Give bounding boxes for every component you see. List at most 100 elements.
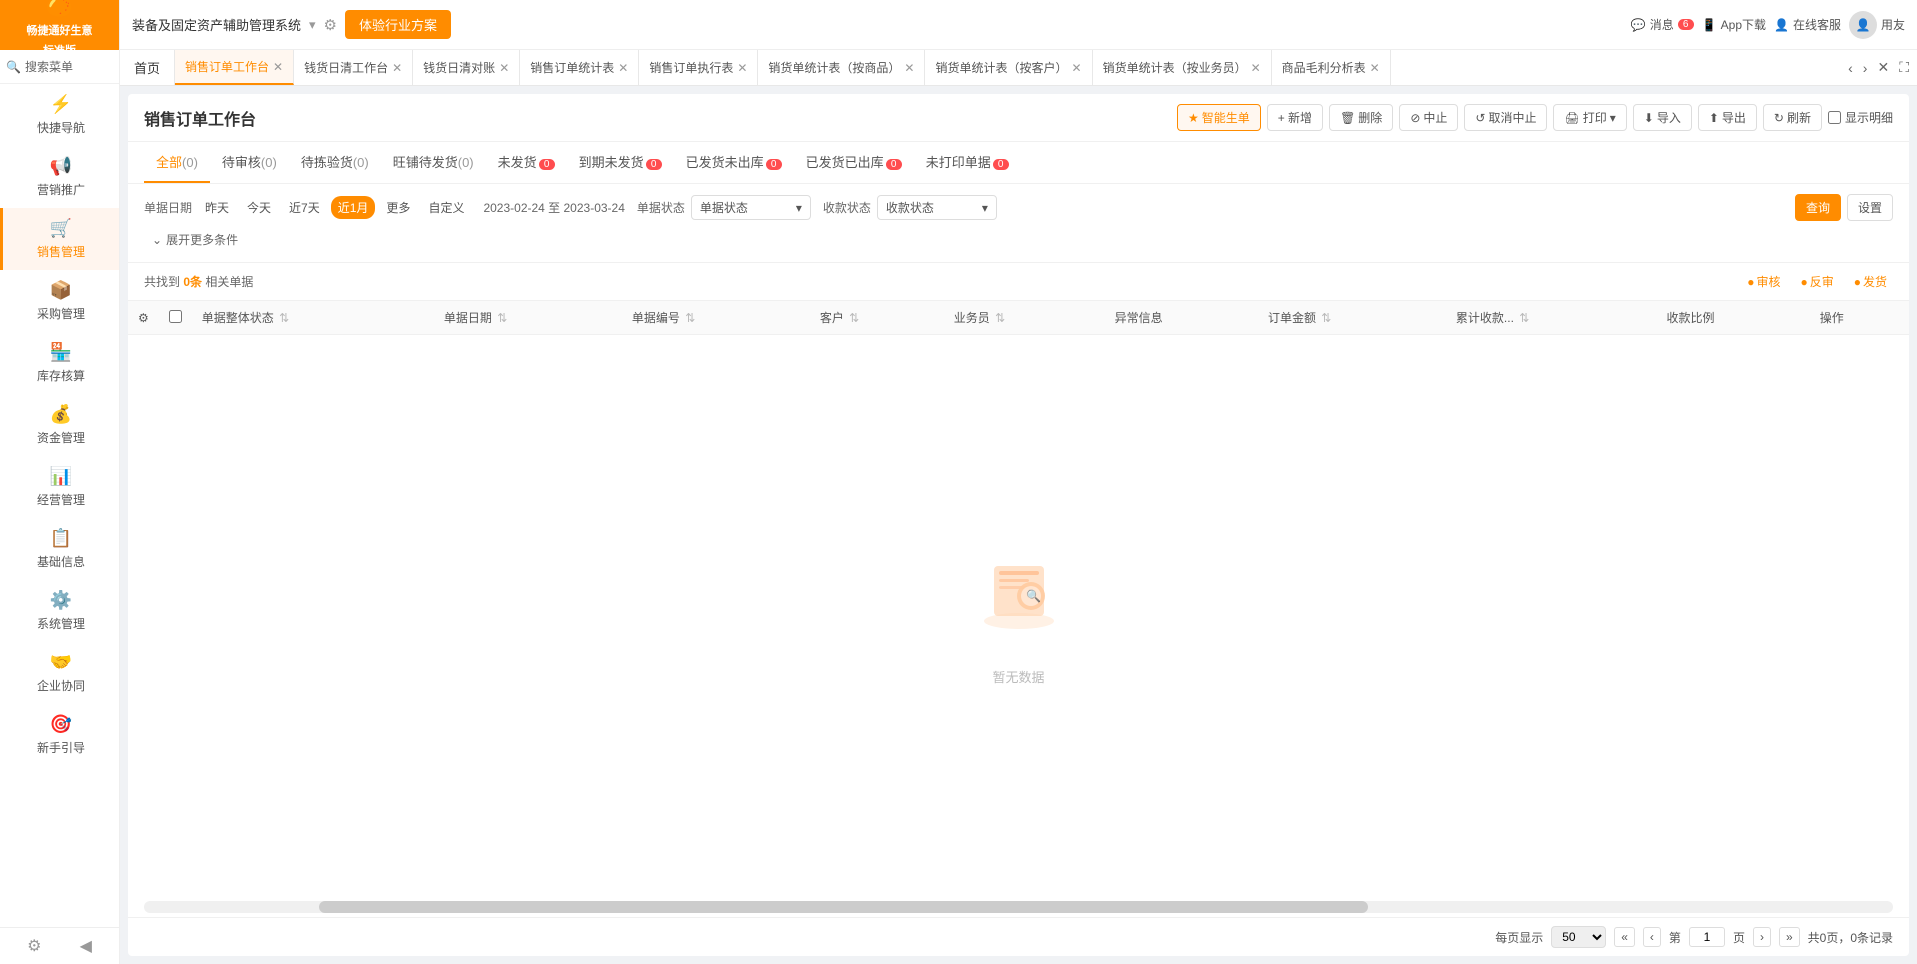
smart-create-button[interactable]: ★ 智能生单 <box>1177 104 1261 131</box>
tab-sales-exec[interactable]: 销售订单执行表 ✕ <box>639 50 758 85</box>
sidebar-item-collab[interactable]: 🤝 企业协同 <box>0 642 119 704</box>
expand-button[interactable]: ⌄ 展开更多条件 <box>144 227 1893 252</box>
settings-icon[interactable]: ⚙ <box>324 16 337 34</box>
tab-margin-analysis[interactable]: 商品毛利分析表 ✕ <box>1272 50 1391 85</box>
subtab-shipped-not-out[interactable]: 已发货未出库0 <box>674 142 794 183</box>
sidebar-item-operation[interactable]: 📊 经营管理 <box>0 456 119 518</box>
review-action-btn[interactable]: ● 审核 <box>1741 271 1786 292</box>
scrollbar-thumb[interactable] <box>319 901 1368 913</box>
sidebar-item-inventory[interactable]: 🏪 库存核算 <box>0 332 119 394</box>
sort-staff-icon[interactable]: ⇅ <box>995 311 1005 325</box>
print-button[interactable]: 🖨 打印 ▾ <box>1553 104 1626 131</box>
tab-sales-workbench[interactable]: 销售订单工作台 ✕ <box>175 50 294 85</box>
user-action[interactable]: 👤 用友 <box>1849 11 1905 39</box>
date-yesterday[interactable]: 昨天 <box>198 196 236 219</box>
tab-sales-stat-staff[interactable]: 销货单统计表（按业务员） ✕ <box>1093 50 1272 85</box>
export-button[interactable]: ⬆ 导出 <box>1698 104 1757 131</box>
tab-margin-analysis-close[interactable]: ✕ <box>1370 61 1380 75</box>
col-checkbox[interactable] <box>159 301 192 335</box>
uncheck-action-btn[interactable]: ● 反审 <box>1794 271 1839 292</box>
page-input[interactable] <box>1689 927 1725 947</box>
tab-sales-stat-close[interactable]: ✕ <box>618 61 628 75</box>
horizontal-scrollbar[interactable] <box>144 901 1893 913</box>
tab-cash-reconcile[interactable]: 钱货日清对账 ✕ <box>413 50 520 85</box>
status-select[interactable]: 单据状态 ▾ <box>691 195 811 220</box>
date-custom[interactable]: 自定义 <box>421 196 471 219</box>
sidebar-item-guide[interactable]: 🎯 新手引导 <box>0 704 119 766</box>
tab-sales-stat-customer[interactable]: 销货单统计表（按客户） ✕ <box>925 50 1092 85</box>
sidebar-search[interactable]: 🔍 搜索菜单 <box>0 50 119 84</box>
sidebar-item-sales[interactable]: 🛒 销售管理 <box>0 208 119 270</box>
subtab-pending-review[interactable]: 待审核(0) <box>210 142 289 183</box>
date-today[interactable]: 今天 <box>240 196 278 219</box>
prev-page-button[interactable]: ‹ <box>1643 927 1661 947</box>
tab-fullscreen-button[interactable]: ⛶ <box>1895 57 1913 78</box>
sidebar-label-marketing: 营销推广 <box>37 181 85 198</box>
sidebar-label-guide: 新手引导 <box>37 739 85 756</box>
delete-button[interactable]: 🗑 删除 <box>1329 104 1393 131</box>
tab-sales-stat-product-close[interactable]: ✕ <box>904 61 914 75</box>
tab-cash-daily[interactable]: 钱货日清工作台 ✕ <box>294 50 413 85</box>
import-button[interactable]: ⬇ 导入 <box>1633 104 1692 131</box>
add-button[interactable]: + 新增 <box>1267 104 1323 131</box>
tab-cash-daily-close[interactable]: ✕ <box>392 61 402 75</box>
setting-button[interactable]: 设置 <box>1847 194 1893 221</box>
date-7days[interactable]: 近7天 <box>282 196 327 219</box>
sort-amount-icon[interactable]: ⇅ <box>1321 311 1331 325</box>
sidebar-label-finance: 资金管理 <box>37 429 85 446</box>
subtab-all[interactable]: 全部(0) <box>144 142 210 183</box>
first-page-button[interactable]: « <box>1614 927 1635 947</box>
refresh-button[interactable]: ↻ 刷新 <box>1763 104 1822 131</box>
show-detail-label[interactable]: 显示明细 <box>1828 109 1893 126</box>
message-action[interactable]: 💬 消息 6 <box>1631 16 1694 33</box>
app-download-action[interactable]: 📱 App下载 <box>1702 16 1766 33</box>
date-more[interactable]: 更多 <box>379 196 417 219</box>
next-page-button[interactable]: › <box>1753 927 1771 947</box>
stop-button[interactable]: ⊘ 中止 <box>1399 104 1458 131</box>
sidebar-item-purchase[interactable]: 📦 采购管理 <box>0 270 119 332</box>
date-1month[interactable]: 近1月 <box>331 196 376 219</box>
sort-date-icon[interactable]: ⇅ <box>497 311 507 325</box>
tab-sales-stat-staff-close[interactable]: ✕ <box>1251 61 1261 75</box>
industry-plan-button[interactable]: 体验行业方案 <box>345 10 451 39</box>
select-all-checkbox[interactable] <box>169 310 182 323</box>
col-settings[interactable]: ⚙ <box>128 301 159 335</box>
sort-customer-icon[interactable]: ⇅ <box>849 311 859 325</box>
online-service-action[interactable]: 👤 在线客服 <box>1774 16 1841 33</box>
subtab-overdue[interactable]: 到期未发货0 <box>567 142 674 183</box>
show-detail-checkbox[interactable] <box>1828 111 1841 124</box>
per-page-select[interactable]: 50 10 20 100 <box>1551 926 1606 948</box>
tab-prev-button[interactable]: ‹ <box>1844 58 1857 78</box>
subtab-wangpu[interactable]: 旺铺待发货(0) <box>381 142 486 183</box>
query-button[interactable]: 查询 <box>1795 194 1841 221</box>
payment-select[interactable]: 收款状态 ▾ <box>877 195 997 220</box>
sidebar-item-finance[interactable]: 💰 资金管理 <box>0 394 119 456</box>
module-dropdown-icon[interactable]: ▾ <box>309 17 316 33</box>
collapse-icon[interactable]: ◀ <box>80 936 92 956</box>
cancel-stop-button[interactable]: ↺ 取消中止 <box>1464 104 1547 131</box>
sidebar-item-basic[interactable]: 📋 基础信息 <box>0 518 119 580</box>
last-page-button[interactable]: » <box>1779 927 1800 947</box>
tab-cash-reconcile-close[interactable]: ✕ <box>499 61 509 75</box>
sidebar-item-marketing[interactable]: 📢 营销推广 <box>0 146 119 208</box>
tab-close-all-button[interactable]: ✕ <box>1873 57 1893 78</box>
tab-sales-exec-close[interactable]: ✕ <box>737 61 747 75</box>
tab-margin-analysis-label: 商品毛利分析表 <box>1282 59 1366 76</box>
tab-sales-workbench-close[interactable]: ✕ <box>273 60 283 74</box>
sort-received-icon[interactable]: ⇅ <box>1519 311 1529 325</box>
subtab-not-shipped[interactable]: 未发货0 <box>486 142 567 183</box>
tab-sales-stat[interactable]: 销售订单统计表 ✕ <box>520 50 639 85</box>
tab-sales-stat-product[interactable]: 销货单统计表（按商品） ✕ <box>758 50 925 85</box>
sidebar-item-system[interactable]: ⚙️ 系统管理 <box>0 580 119 642</box>
settings-bottom-icon[interactable]: ⚙ <box>27 936 41 956</box>
subtab-not-printed[interactable]: 未打印单据0 <box>914 142 1021 183</box>
ship-action-btn[interactable]: ● 发货 <box>1848 271 1893 292</box>
sort-status-icon[interactable]: ⇅ <box>279 311 289 325</box>
tab-sales-stat-customer-close[interactable]: ✕ <box>1072 61 1082 75</box>
sort-number-icon[interactable]: ⇅ <box>685 311 695 325</box>
sidebar-item-quick-nav[interactable]: ⚡ 快捷导航 <box>0 84 119 146</box>
tab-next-button[interactable]: › <box>1859 58 1872 78</box>
subtab-pending-inspect[interactable]: 待拣验货(0) <box>289 142 381 183</box>
subtab-shipped-out[interactable]: 已发货已出库0 <box>794 142 914 183</box>
tab-home[interactable]: 首页 <box>120 50 175 85</box>
